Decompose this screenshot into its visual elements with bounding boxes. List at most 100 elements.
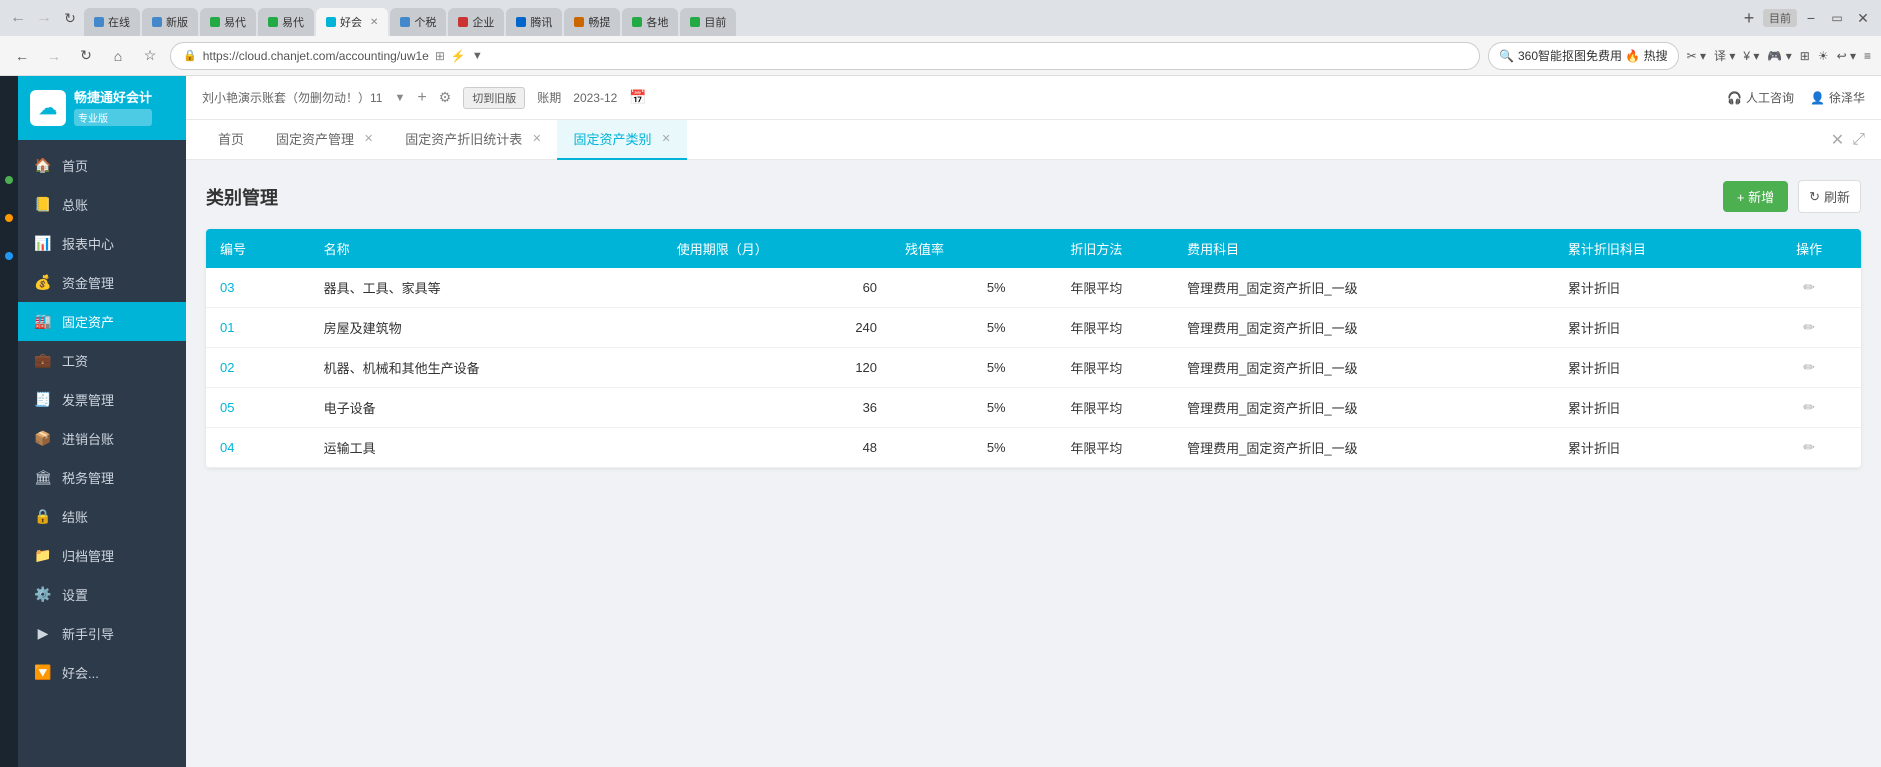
- sidebar-item-tax[interactable]: 🏛税务管理: [18, 458, 186, 497]
- sidebar-item-settings[interactable]: ⚙️设置: [18, 575, 186, 614]
- add-btn[interactable]: + 新增: [1723, 181, 1788, 212]
- sidebar-item-inventory[interactable]: 📦进销台账: [18, 419, 186, 458]
- sidebar-item-ledger[interactable]: 📒总账: [18, 185, 186, 224]
- sidebar-icon-home: 🏠: [34, 157, 52, 175]
- support-btn[interactable]: 🎧 人工咨询: [1727, 89, 1794, 106]
- url-display: https://cloud.chanjet.com/accounting/uw1…: [203, 49, 429, 63]
- add-account-btn[interactable]: +: [417, 89, 426, 107]
- browser-minimize-btn[interactable]: −: [1799, 6, 1823, 30]
- edit-btn[interactable]: ✏: [1803, 439, 1815, 455]
- sidebar-item-guide[interactable]: ▶新手引导: [18, 614, 186, 653]
- tab-close-icon[interactable]: ✕: [370, 17, 378, 28]
- browser-tab-8[interactable]: 畅提: [564, 8, 620, 36]
- back-btn2[interactable]: ↩ ▾: [1837, 49, 1856, 63]
- cell-name: 运输工具: [310, 428, 663, 468]
- sidebar-nav: 🏠首页📒总账📊报表中心💰资金管理🏭固定资产💼工资🧾发票管理📦进销台账🏛税务管理🔒…: [18, 140, 186, 767]
- sidebar-icon-inventory: 📦: [34, 430, 52, 448]
- sidebar-item-payroll[interactable]: 💼工资: [18, 341, 186, 380]
- translate-btn[interactable]: 译 ▾: [1714, 47, 1735, 64]
- edit-btn[interactable]: ✏: [1803, 279, 1815, 295]
- sidebar: ☁ 畅捷通好会计 专业版 🏠首页📒总账📊报表中心💰资金管理🏭固定资产💼工资🧾发票…: [18, 76, 186, 767]
- page-tab-close-${tab.id}[interactable]: ✕: [532, 132, 541, 145]
- code-link[interactable]: 05: [220, 400, 234, 415]
- tab-minimize-icon[interactable]: ✕: [1831, 130, 1844, 150]
- sidebar-item-funds[interactable]: 💰资金管理: [18, 263, 186, 302]
- sidebar-icon-archive: 📁: [34, 547, 52, 565]
- edit-btn[interactable]: ✏: [1803, 359, 1815, 375]
- edit-btn[interactable]: ✏: [1803, 399, 1815, 415]
- cell-code: 02: [206, 348, 310, 388]
- search-bar[interactable]: 🔍 360智能抠图免费用 🔥 热搜: [1488, 42, 1679, 70]
- bookmark-btn[interactable]: ☆: [138, 44, 162, 68]
- browser-tab-5[interactable]: 个税: [390, 8, 446, 36]
- sidebar-icon-closing: 🔒: [34, 508, 52, 526]
- grid-btn[interactable]: ⊞: [1800, 49, 1810, 63]
- tab-expand-icon[interactable]: ⤢: [1852, 131, 1865, 149]
- page-home-btn[interactable]: ⌂: [106, 44, 130, 68]
- sidebar-item-invoice[interactable]: 🧾发票管理: [18, 380, 186, 419]
- address-bar[interactable]: 🔒 https://cloud.chanjet.com/accounting/u…: [170, 42, 1480, 70]
- browser-back-btn[interactable]: ←: [6, 6, 30, 30]
- sidebar-item-home[interactable]: 🏠首页: [18, 146, 186, 185]
- page-forward-btn[interactable]: →: [42, 44, 66, 68]
- browser-close-btn[interactable]: ✕: [1851, 6, 1875, 30]
- dropdown-icon[interactable]: ▼: [394, 92, 405, 104]
- edge-indicator-orange: [5, 214, 13, 222]
- cell-expense: 管理费用_固定资产折旧_一级: [1173, 268, 1554, 308]
- page-tab-close-${tab.id}[interactable]: ✕: [364, 132, 373, 145]
- currency-btn[interactable]: ¥ ▾: [1743, 49, 1759, 63]
- cell-accum: 累计折旧: [1554, 348, 1757, 388]
- code-link[interactable]: 01: [220, 320, 234, 335]
- cell-code: 05: [206, 388, 310, 428]
- page-tab-fixed-dep[interactable]: 固定资产折旧统计表✕: [389, 120, 557, 160]
- menu-btn[interactable]: ≡: [1864, 49, 1871, 63]
- page-tab-fixed-cat[interactable]: 固定资产类别 ✕: [557, 120, 686, 160]
- game-btn[interactable]: 🎮 ▾: [1767, 49, 1791, 63]
- edit-btn[interactable]: ✏: [1803, 319, 1815, 335]
- page-tab-label-fixed-cat: 固定资产类别: [573, 129, 651, 148]
- sidebar-label-payroll: 工资: [62, 351, 88, 370]
- page-back-btn[interactable]: ←: [10, 44, 34, 68]
- browser-tab-4[interactable]: 好会✕: [316, 8, 388, 36]
- sidebar-item-more[interactable]: 🔽好会...: [18, 653, 186, 692]
- cell-action: ✏: [1757, 348, 1861, 388]
- new-tab-btn[interactable]: +: [1737, 6, 1761, 30]
- calendar-icon[interactable]: 📅: [629, 89, 646, 106]
- headphone-icon: 🎧: [1727, 91, 1742, 105]
- col-header-accum: 累计折旧科目: [1554, 229, 1757, 268]
- brightness-btn[interactable]: ☀: [1818, 49, 1829, 63]
- table-row: 05 电子设备 36 5% 年限平均 管理费用_固定资产折旧_一级 累计折旧 ✏: [206, 388, 1861, 428]
- cut-btn[interactable]: ✂ ▾: [1687, 49, 1706, 63]
- page-reload-btn[interactable]: ↻: [74, 44, 98, 68]
- page-tab-close-${tab.id}[interactable]: ✕: [662, 132, 671, 145]
- cell-expense: 管理费用_固定资产折旧_一级: [1173, 388, 1554, 428]
- page-tab-fixed-mgmt[interactable]: 固定资产管理✕: [260, 120, 389, 160]
- page-tab-home[interactable]: 首页: [202, 120, 260, 160]
- switch-version-btn[interactable]: 切到旧版: [463, 87, 525, 109]
- browser-tab-3[interactable]: 易代: [258, 8, 314, 36]
- code-link[interactable]: 04: [220, 440, 234, 455]
- browser-forward-btn[interactable]: →: [32, 6, 56, 30]
- address-dropdown-icon[interactable]: ▼: [472, 50, 483, 62]
- browser-tab-1[interactable]: 新版: [142, 8, 198, 36]
- browser-refresh-btn[interactable]: ↻: [58, 6, 82, 30]
- sidebar-item-fixed[interactable]: 🏭固定资产: [18, 302, 186, 341]
- user-avatar-btn[interactable]: 👤 徐泽华: [1810, 89, 1865, 106]
- browser-tab-7[interactable]: 腾讯: [506, 8, 562, 36]
- sidebar-item-closing[interactable]: 🔒结账: [18, 497, 186, 536]
- sidebar-item-archive[interactable]: 📁归档管理: [18, 536, 186, 575]
- settings-gear-icon[interactable]: ⚙: [439, 89, 452, 106]
- code-link[interactable]: 03: [220, 280, 234, 295]
- sidebar-item-reports[interactable]: 📊报表中心: [18, 224, 186, 263]
- cell-code: 01: [206, 308, 310, 348]
- browser-tab-0[interactable]: 在线: [84, 8, 140, 36]
- browser-tab-9[interactable]: 各地: [622, 8, 678, 36]
- cell-expense: 管理费用_固定资产折旧_一级: [1173, 428, 1554, 468]
- browser-tab-6[interactable]: 企业: [448, 8, 504, 36]
- toolbar-actions: ✂ ▾ 译 ▾ ¥ ▾ 🎮 ▾ ⊞ ☀ ↩ ▾ ≡: [1687, 47, 1871, 64]
- code-link[interactable]: 02: [220, 360, 234, 375]
- refresh-btn[interactable]: ↻ 刷新: [1798, 180, 1861, 213]
- browser-tab-2[interactable]: 易代: [200, 8, 256, 36]
- browser-maximize-btn[interactable]: ▭: [1825, 6, 1849, 30]
- browser-tab-10[interactable]: 目前: [680, 8, 736, 36]
